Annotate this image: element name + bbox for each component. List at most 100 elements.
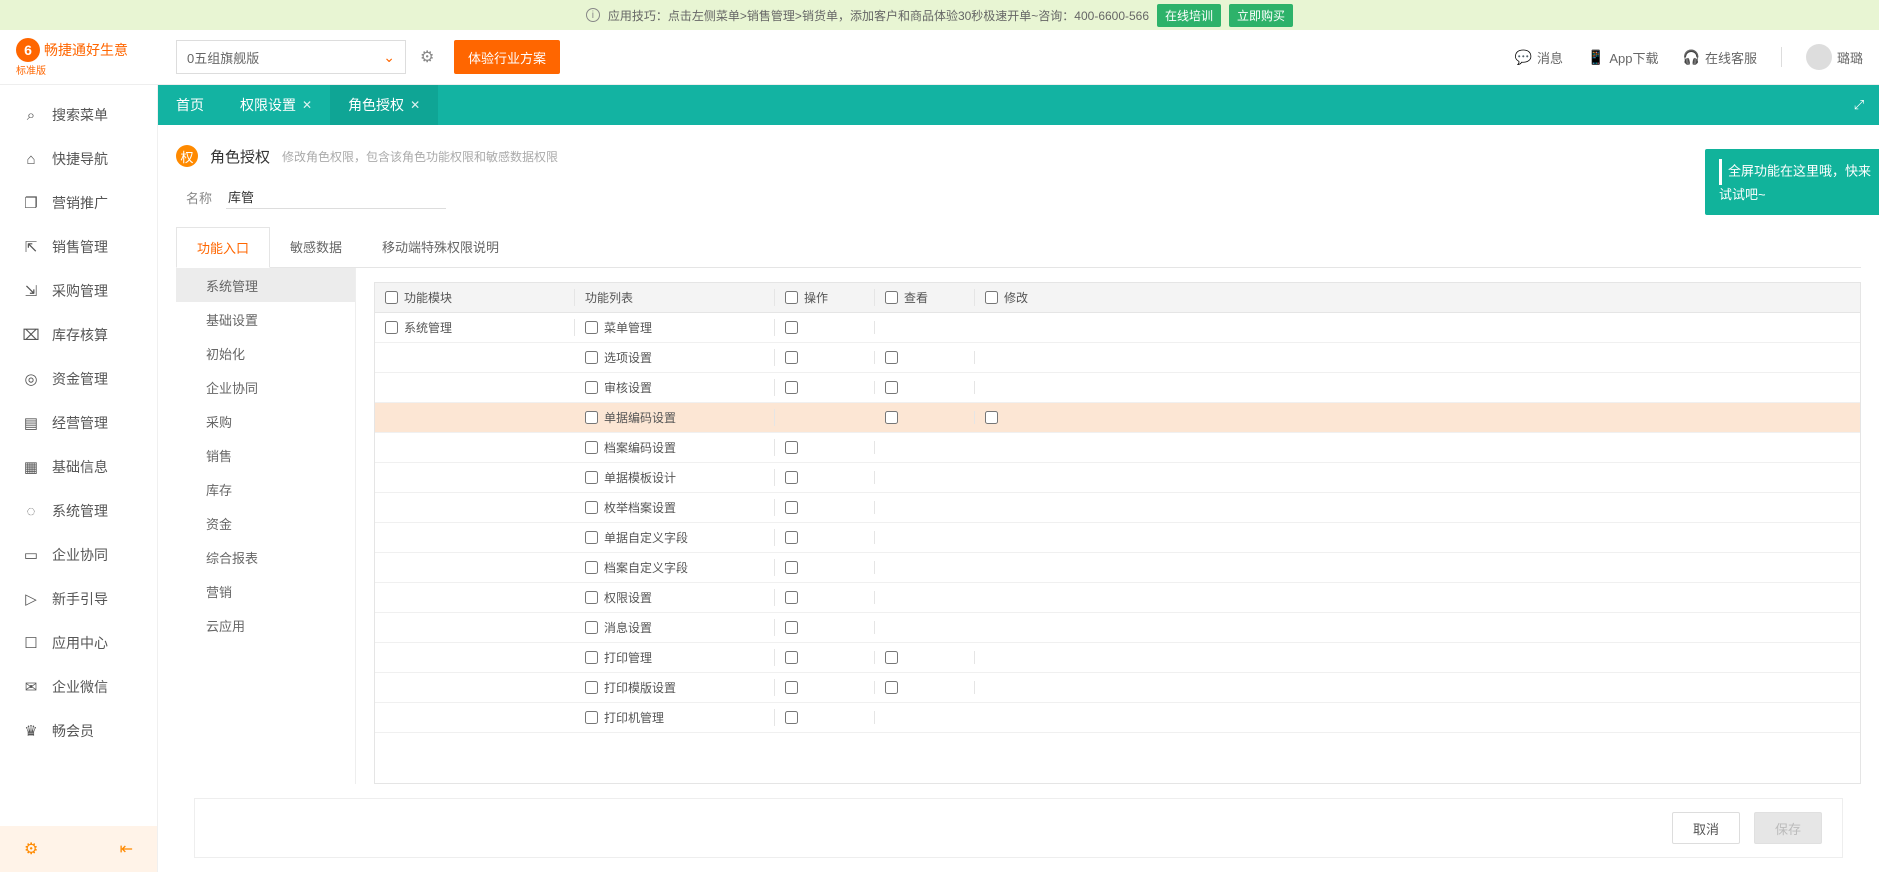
- app-download-link[interactable]: 📱App下载: [1587, 48, 1659, 67]
- sidebar-icon: ◌: [22, 503, 40, 520]
- category-item-9[interactable]: 营销: [176, 574, 355, 608]
- op-checkbox[interactable]: [785, 651, 798, 664]
- op-checkbox[interactable]: [785, 681, 798, 694]
- permission-table: 功能模块 功能列表 操作 查看 修改 系统管理菜单管理选项设置审核设置单据编码设…: [374, 282, 1861, 784]
- sidebar-item-9[interactable]: ◌ 系统管理: [0, 489, 157, 533]
- settings-icon[interactable]: ⚙: [24, 839, 38, 859]
- view-checkbox[interactable]: [885, 681, 898, 694]
- op-checkbox[interactable]: [785, 711, 798, 724]
- sidebar-item-6[interactable]: ◎资金管理: [0, 357, 157, 401]
- row-checkbox[interactable]: [585, 501, 598, 514]
- sidebar-item-0[interactable]: ⌕搜索菜单: [0, 93, 157, 137]
- row-checkbox[interactable]: [585, 711, 598, 724]
- op-checkbox[interactable]: [785, 321, 798, 334]
- sidebar-item-4[interactable]: ⇲采购管理: [0, 269, 157, 313]
- tab-0[interactable]: 首页: [158, 85, 222, 125]
- view-checkbox[interactable]: [885, 651, 898, 664]
- sidebar: ⌕搜索菜单 ⌂ 快捷导航 ❐营销推广⇱销售管理⇲采购管理⌧库存核算◎资金管理▤经营管理…: [0, 85, 158, 872]
- select-all-view[interactable]: [885, 291, 898, 304]
- logo[interactable]: 6 畅捷通好生意 标准版: [16, 38, 156, 77]
- row-checkbox[interactable]: [585, 621, 598, 634]
- page-icon: 权: [176, 145, 198, 167]
- row-checkbox[interactable]: [585, 681, 598, 694]
- training-button[interactable]: 在线培训: [1157, 4, 1221, 27]
- row-checkbox[interactable]: [585, 351, 598, 364]
- cancel-button[interactable]: 取消: [1672, 812, 1740, 844]
- category-item-2[interactable]: 初始化: [176, 336, 355, 370]
- op-checkbox[interactable]: [785, 621, 798, 634]
- tenant-select[interactable]: 0五组旗舰版 ⌄: [176, 40, 406, 74]
- expand-tabs-button[interactable]: ⤢: [1839, 85, 1879, 125]
- sidebar-item-label: 系统管理: [52, 501, 108, 521]
- collapse-icon[interactable]: ⇤: [120, 839, 133, 859]
- sidebar-item-14[interactable]: ♛畅会员: [0, 709, 157, 753]
- sidebar-item-5[interactable]: ⌧库存核算: [0, 313, 157, 357]
- table-row: 枚举档案设置: [375, 493, 1860, 523]
- sidebar-icon: ⇲: [22, 282, 40, 300]
- fullscreen-callout[interactable]: 全屏功能在这里哦，快来试试吧~: [1705, 149, 1879, 215]
- op-checkbox[interactable]: [785, 501, 798, 514]
- experience-button[interactable]: 体验行业方案: [454, 40, 560, 74]
- online-service-link[interactable]: 🎧在线客服: [1683, 48, 1757, 67]
- sidebar-item-12[interactable]: ☐应用中心: [0, 621, 157, 665]
- select-all-module[interactable]: [385, 291, 398, 304]
- tab-2[interactable]: 角色授权✕: [330, 85, 438, 125]
- select-all-op[interactable]: [785, 291, 798, 304]
- close-icon[interactable]: ✕: [410, 98, 420, 112]
- op-checkbox[interactable]: [785, 381, 798, 394]
- category-item-8[interactable]: 综合报表: [176, 540, 355, 574]
- inner-tab-1[interactable]: 敏感数据: [270, 227, 362, 267]
- category-item-1[interactable]: 基础设置: [176, 302, 355, 336]
- messages-link[interactable]: 💬消息: [1515, 48, 1563, 67]
- row-checkbox[interactable]: [585, 531, 598, 544]
- buy-now-button[interactable]: 立即购买: [1229, 4, 1293, 27]
- sidebar-item-10[interactable]: ▭企业协同: [0, 533, 157, 577]
- tab-1[interactable]: 权限设置✕: [222, 85, 330, 125]
- sidebar-item-11[interactable]: ▷新手引导: [0, 577, 157, 621]
- sidebar-icon: ⌂: [22, 151, 40, 168]
- module-checkbox[interactable]: [385, 321, 398, 334]
- op-checkbox[interactable]: [785, 561, 798, 574]
- edit-checkbox[interactable]: [985, 411, 998, 424]
- row-checkbox[interactable]: [585, 651, 598, 664]
- row-checkbox[interactable]: [585, 591, 598, 604]
- view-checkbox[interactable]: [885, 351, 898, 364]
- row-checkbox[interactable]: [585, 411, 598, 424]
- category-item-5[interactable]: 销售: [176, 438, 355, 472]
- category-item-6[interactable]: 库存: [176, 472, 355, 506]
- op-checkbox[interactable]: [785, 471, 798, 484]
- op-checkbox[interactable]: [785, 591, 798, 604]
- category-item-7[interactable]: 资金: [176, 506, 355, 540]
- select-all-edit[interactable]: [985, 291, 998, 304]
- row-checkbox[interactable]: [585, 441, 598, 454]
- inner-tab-2[interactable]: 移动端特殊权限说明: [362, 227, 519, 267]
- category-item-10[interactable]: 云应用: [176, 608, 355, 642]
- row-checkbox[interactable]: [585, 321, 598, 334]
- view-checkbox[interactable]: [885, 381, 898, 394]
- close-icon[interactable]: ✕: [302, 98, 312, 112]
- category-item-3[interactable]: 企业协同: [176, 370, 355, 404]
- sidebar-item-13[interactable]: ✉企业微信: [0, 665, 157, 709]
- sidebar-item-1[interactable]: ⌂ 快捷导航: [0, 137, 157, 181]
- row-checkbox[interactable]: [585, 561, 598, 574]
- view-checkbox[interactable]: [885, 411, 898, 424]
- op-checkbox[interactable]: [785, 441, 798, 454]
- sidebar-item-7[interactable]: ▤经营管理: [0, 401, 157, 445]
- sidebar-item-label: 快捷导航: [52, 149, 108, 169]
- sidebar-item-8[interactable]: ▦基础信息: [0, 445, 157, 489]
- op-checkbox[interactable]: [785, 351, 798, 364]
- category-item-4[interactable]: 采购: [176, 404, 355, 438]
- info-icon: i: [586, 8, 600, 22]
- gear-icon[interactable]: ⚙: [420, 47, 440, 67]
- category-item-0[interactable]: 系统管理: [176, 268, 355, 302]
- row-checkbox[interactable]: [585, 471, 598, 484]
- role-name-input[interactable]: [226, 185, 446, 209]
- sidebar-item-3[interactable]: ⇱销售管理: [0, 225, 157, 269]
- row-checkbox[interactable]: [585, 381, 598, 394]
- inner-tab-0[interactable]: 功能入口: [176, 227, 270, 268]
- logo-text: 畅捷通好生意: [44, 40, 128, 60]
- logo-mark: 6: [16, 38, 40, 62]
- op-checkbox[interactable]: [785, 531, 798, 544]
- sidebar-item-2[interactable]: ❐营销推广: [0, 181, 157, 225]
- user-menu[interactable]: 璐璐: [1806, 44, 1863, 70]
